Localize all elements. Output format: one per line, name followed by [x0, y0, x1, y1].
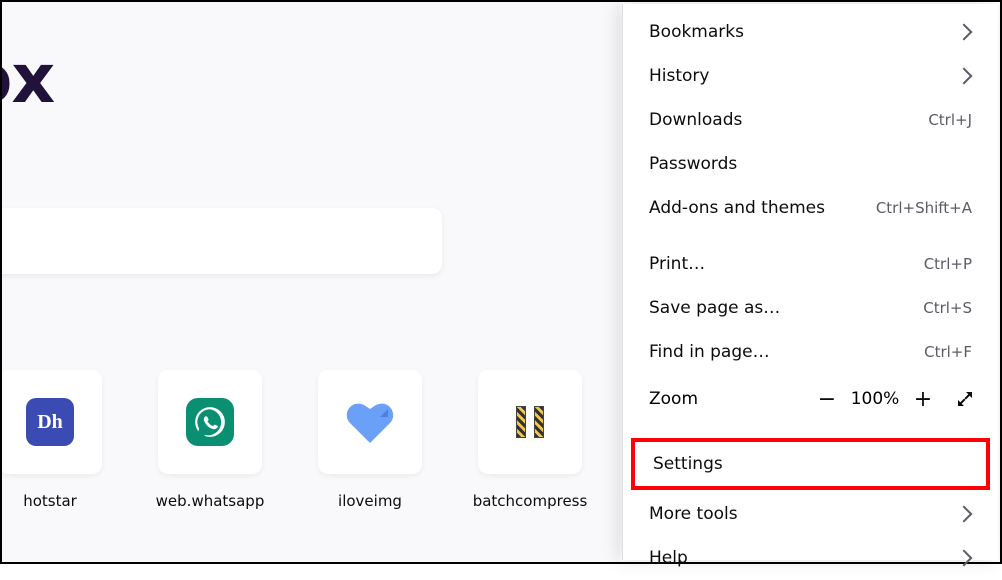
chevron-right-icon — [956, 24, 973, 41]
shortcut-hint: Ctrl+F — [924, 343, 972, 361]
menu-bookmarks[interactable]: Bookmarks — [623, 10, 998, 54]
chevron-right-icon — [956, 506, 973, 523]
menu-label: Add-ons and themes — [649, 198, 825, 218]
fullscreen-button[interactable] — [950, 384, 980, 414]
menu-label: History — [649, 66, 709, 86]
menu-label: Save page as… — [649, 298, 780, 318]
menu-label: More tools — [649, 504, 738, 524]
shortcut-hint: Ctrl+S — [923, 299, 972, 317]
menu-downloads[interactable]: Downloads Ctrl+J — [623, 98, 998, 142]
shortcut-label: hotstar — [23, 492, 77, 510]
shortcut-whatsapp[interactable]: web.whatsapp — [158, 370, 262, 510]
menu-label: Passwords — [649, 154, 737, 174]
menu-passwords[interactable]: Passwords — [623, 142, 998, 186]
search-input[interactable] — [2, 208, 442, 274]
whatsapp-icon — [158, 370, 262, 474]
shortcut-hotstar[interactable]: Dh hotstar — [2, 370, 102, 510]
menu-label: Help — [649, 548, 688, 568]
menu-help[interactable]: Help — [623, 536, 998, 580]
shortcut-label: iloveimg — [338, 492, 402, 510]
menu-print[interactable]: Print… Ctrl+P — [623, 242, 998, 286]
zoom-out-button[interactable]: − — [812, 384, 842, 414]
menu-addons[interactable]: Add-ons and themes Ctrl+Shift+A — [623, 186, 998, 230]
menu-label: Bookmarks — [649, 22, 744, 42]
menu-settings[interactable]: Settings — [631, 438, 990, 490]
shortcut-batchcompress[interactable]: batchcompress — [478, 370, 582, 510]
menu-label: Find in page… — [649, 342, 770, 362]
top-sites-row: Dh hotstar web.whatsapp iloveimg batchco… — [2, 370, 582, 510]
menu-save-as[interactable]: Save page as… Ctrl+S — [623, 286, 998, 330]
new-tab-main: efox Dh hotstar web.whatsapp iloveimg ba… — [2, 2, 620, 562]
chevron-right-icon — [956, 68, 973, 85]
menu-label: Zoom — [649, 389, 698, 409]
zoom-value: 100% — [850, 389, 900, 409]
shortcut-hint: Ctrl+P — [924, 255, 972, 273]
shortcut-label: batchcompress — [473, 492, 588, 510]
menu-more-tools[interactable]: More tools — [623, 492, 998, 536]
zoom-in-button[interactable]: + — [908, 384, 938, 414]
batch-icon — [478, 370, 582, 474]
menu-find[interactable]: Find in page… Ctrl+F — [623, 330, 998, 374]
shortcut-hint: Ctrl+J — [928, 111, 972, 129]
menu-label: Settings — [653, 454, 723, 474]
heart-icon — [318, 370, 422, 474]
fullscreen-icon — [956, 390, 974, 408]
menu-history[interactable]: History — [623, 54, 998, 98]
menu-label: Downloads — [649, 110, 742, 130]
shortcut-hint: Ctrl+Shift+A — [876, 199, 972, 217]
shortcut-label: web.whatsapp — [156, 492, 265, 510]
app-menu-panel: Bookmarks History Downloads Ctrl+J Passw… — [622, 4, 998, 560]
hotstar-icon: Dh — [2, 370, 102, 474]
menu-label: Print… — [649, 254, 705, 274]
shortcut-iloveimg[interactable]: iloveimg — [318, 370, 422, 510]
brand-wordmark: efox — [2, 40, 54, 119]
menu-zoom: Zoom − 100% + — [623, 374, 998, 424]
